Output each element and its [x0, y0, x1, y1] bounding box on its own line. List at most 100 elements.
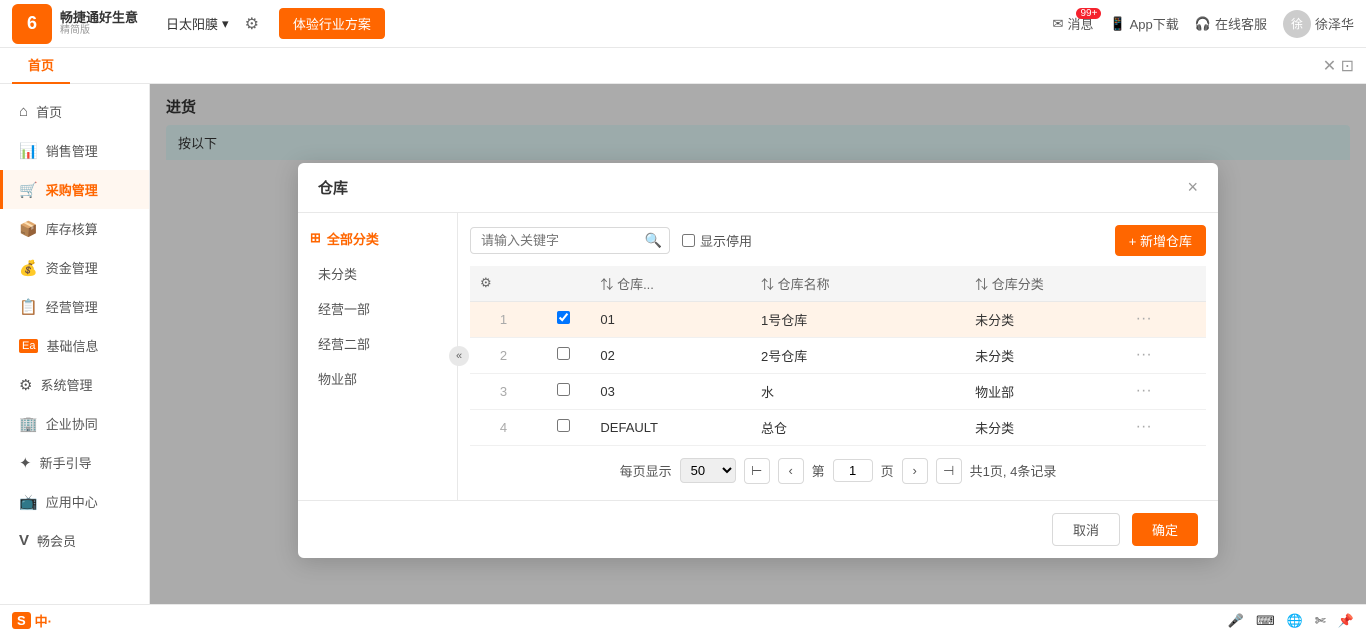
online-service-button[interactable]: 🎧 在线客服 [1195, 14, 1267, 33]
sidebar-label-finance: 资金管理 [46, 258, 98, 277]
row-more-icon[interactable]: ··· [1136, 418, 1152, 435]
sidebar-label-basic: 基础信息 [46, 336, 98, 355]
row-name-cell: 水 [751, 373, 965, 409]
table-row[interactable]: 3 03 水 物业部 ··· [470, 373, 1206, 409]
sidebar-item-operation[interactable]: 📋 经营管理 [0, 287, 149, 326]
home-icon: ⌂ [19, 103, 28, 120]
status-lang-icon[interactable]: 🌐 [1287, 613, 1303, 629]
page-number-input[interactable] [833, 459, 873, 482]
row-action-cell[interactable]: ··· [1126, 337, 1206, 373]
category-item-unclassified[interactable]: 未分类 [298, 256, 457, 291]
sidebar-item-system[interactable]: ⚙ 系统管理 [0, 365, 149, 404]
category-panel: ⊞ 全部分类 « 未分类 经营一部 经营二部 [298, 213, 458, 500]
purchase-icon: 🛒 [19, 181, 38, 199]
header-right: ✉ 消息 99+ 📱 App下载 🎧 在线客服 徐 徐泽华 [1053, 10, 1354, 38]
confirm-button[interactable]: 确定 [1132, 513, 1198, 546]
last-page-button[interactable]: ⊣ [936, 458, 962, 484]
show-disabled-wrap: 显示停用 [682, 231, 752, 250]
sidebar-item-basic[interactable]: Ea 基础信息 [0, 326, 149, 365]
search-input[interactable] [470, 227, 670, 254]
row-checkbox[interactable] [557, 383, 570, 396]
settings-icon[interactable]: ⚙ [245, 14, 259, 34]
sidebar-label-sales: 销售管理 [46, 141, 98, 160]
store-chevron-icon [222, 16, 229, 32]
finance-icon: 💰 [19, 259, 38, 277]
col-code-header[interactable]: ⇅ 仓库... [590, 266, 751, 302]
cancel-button[interactable]: 取消 [1052, 513, 1120, 546]
sidebar-item-inventory[interactable]: 📦 库存核算 [0, 209, 149, 248]
row-action-cell[interactable]: ··· [1126, 409, 1206, 445]
sidebar-item-sales[interactable]: 📊 销售管理 [0, 131, 149, 170]
sidebar-label-purchase: 采购管理 [46, 180, 98, 199]
tab-close-icon[interactable]: ✕ ⊡ [1323, 56, 1354, 76]
service-label: 在线客服 [1215, 14, 1267, 33]
status-cut-icon[interactable]: ✄ [1315, 613, 1326, 629]
status-keyboard-icon[interactable]: ⌨ [1256, 613, 1275, 629]
row-check-cell[interactable] [537, 373, 591, 409]
search-wrap: 🔍 [470, 227, 670, 254]
tab-home[interactable]: 首页 [12, 48, 70, 84]
sub-header: 首页 ✕ ⊡ [0, 48, 1366, 84]
per-page-select[interactable]: 50 100 200 [680, 458, 736, 483]
sidebar-item-purchase[interactable]: 🛒 采购管理 [0, 170, 149, 209]
status-logo: S 中· [12, 611, 52, 630]
sidebar-item-guide[interactable]: ✦ 新手引导 [0, 443, 149, 482]
prev-page-button[interactable]: ‹ [778, 458, 804, 484]
apps-icon: 📺 [19, 493, 38, 511]
category-collapse-button[interactable]: « [449, 346, 469, 366]
row-check-cell[interactable] [537, 409, 591, 445]
status-pin-icon[interactable]: 📌 [1338, 613, 1354, 629]
row-more-icon[interactable]: ··· [1136, 346, 1152, 363]
row-action-cell[interactable]: ··· [1126, 301, 1206, 337]
category-all-label: 全部分类 [327, 229, 379, 248]
sidebar-item-enterprise[interactable]: 🏢 企业协同 [0, 404, 149, 443]
col-category-header[interactable]: ⇅ 仓库分类 [965, 266, 1126, 302]
row-check-cell[interactable] [537, 301, 591, 337]
sidebar-item-member[interactable]: V 畅会员 [0, 521, 149, 560]
category-header[interactable]: ⊞ 全部分类 [298, 221, 457, 256]
message-button[interactable]: ✉ 消息 99+ [1053, 14, 1094, 33]
pagination: 每页显示 50 100 200 ⊢ ‹ 第 页 › [470, 446, 1206, 488]
table-row[interactable]: 2 02 2号仓库 未分类 ··· [470, 337, 1206, 373]
brand-sub: 精简版 [60, 25, 138, 37]
app-label: App下载 [1130, 14, 1179, 33]
category-item-dept1[interactable]: 经营一部 [298, 291, 457, 326]
show-disabled-checkbox[interactable] [682, 234, 695, 247]
row-check-cell[interactable] [537, 337, 591, 373]
row-gear-cell: 1 [470, 301, 537, 337]
first-page-button[interactable]: ⊢ [744, 458, 770, 484]
app-download-button[interactable]: 📱 App下载 [1109, 14, 1178, 33]
sidebar-label-inventory: 库存核算 [46, 219, 98, 238]
table-row[interactable]: 1 01 1号仓库 未分类 ··· [470, 301, 1206, 337]
row-category-cell: 未分类 [965, 337, 1126, 373]
col-gear-header[interactable]: ⚙ [470, 266, 537, 302]
warehouse-modal: 仓库 × ⊞ 全部分类 « 未分类 [298, 163, 1218, 558]
category-item-dept2[interactable]: 经营二部 [298, 326, 457, 361]
row-checkbox[interactable] [557, 311, 570, 324]
try-industry-button[interactable]: 体验行业方案 [279, 8, 385, 39]
add-warehouse-button[interactable]: + 新增仓库 [1115, 225, 1206, 256]
row-code-cell: 02 [590, 337, 751, 373]
search-icon[interactable]: 🔍 [645, 232, 662, 249]
col-name-header[interactable]: ⇅ 仓库名称 [751, 266, 965, 302]
modal-close-button[interactable]: × [1187, 177, 1198, 198]
row-more-icon[interactable]: ··· [1136, 310, 1152, 327]
row-gear-cell: 2 [470, 337, 537, 373]
row-action-cell[interactable]: ··· [1126, 373, 1206, 409]
table-row[interactable]: 4 DEFAULT 总仓 未分类 ··· [470, 409, 1206, 445]
sidebar-item-home[interactable]: ⌂ 首页 [0, 92, 149, 131]
sidebar-item-finance[interactable]: 💰 资金管理 [0, 248, 149, 287]
row-checkbox[interactable] [557, 419, 570, 432]
user-menu[interactable]: 徐 徐泽华 [1283, 10, 1354, 38]
avatar: 徐 [1283, 10, 1311, 38]
grid-icon: ⊞ [310, 230, 321, 246]
next-page-button[interactable]: › [902, 458, 928, 484]
show-disabled-label: 显示停用 [700, 231, 752, 250]
category-item-property[interactable]: 物业部 [298, 361, 457, 396]
sidebar: ⌂ 首页 📊 销售管理 🛒 采购管理 📦 库存核算 💰 资金管理 📋 经营管理 … [0, 84, 150, 636]
header-store[interactable]: 日太阳膜 [166, 14, 229, 33]
status-mic-icon[interactable]: 🎤 [1228, 613, 1244, 629]
row-checkbox[interactable] [557, 347, 570, 360]
sidebar-item-apps[interactable]: 📺 应用中心 [0, 482, 149, 521]
row-more-icon[interactable]: ··· [1136, 382, 1152, 399]
